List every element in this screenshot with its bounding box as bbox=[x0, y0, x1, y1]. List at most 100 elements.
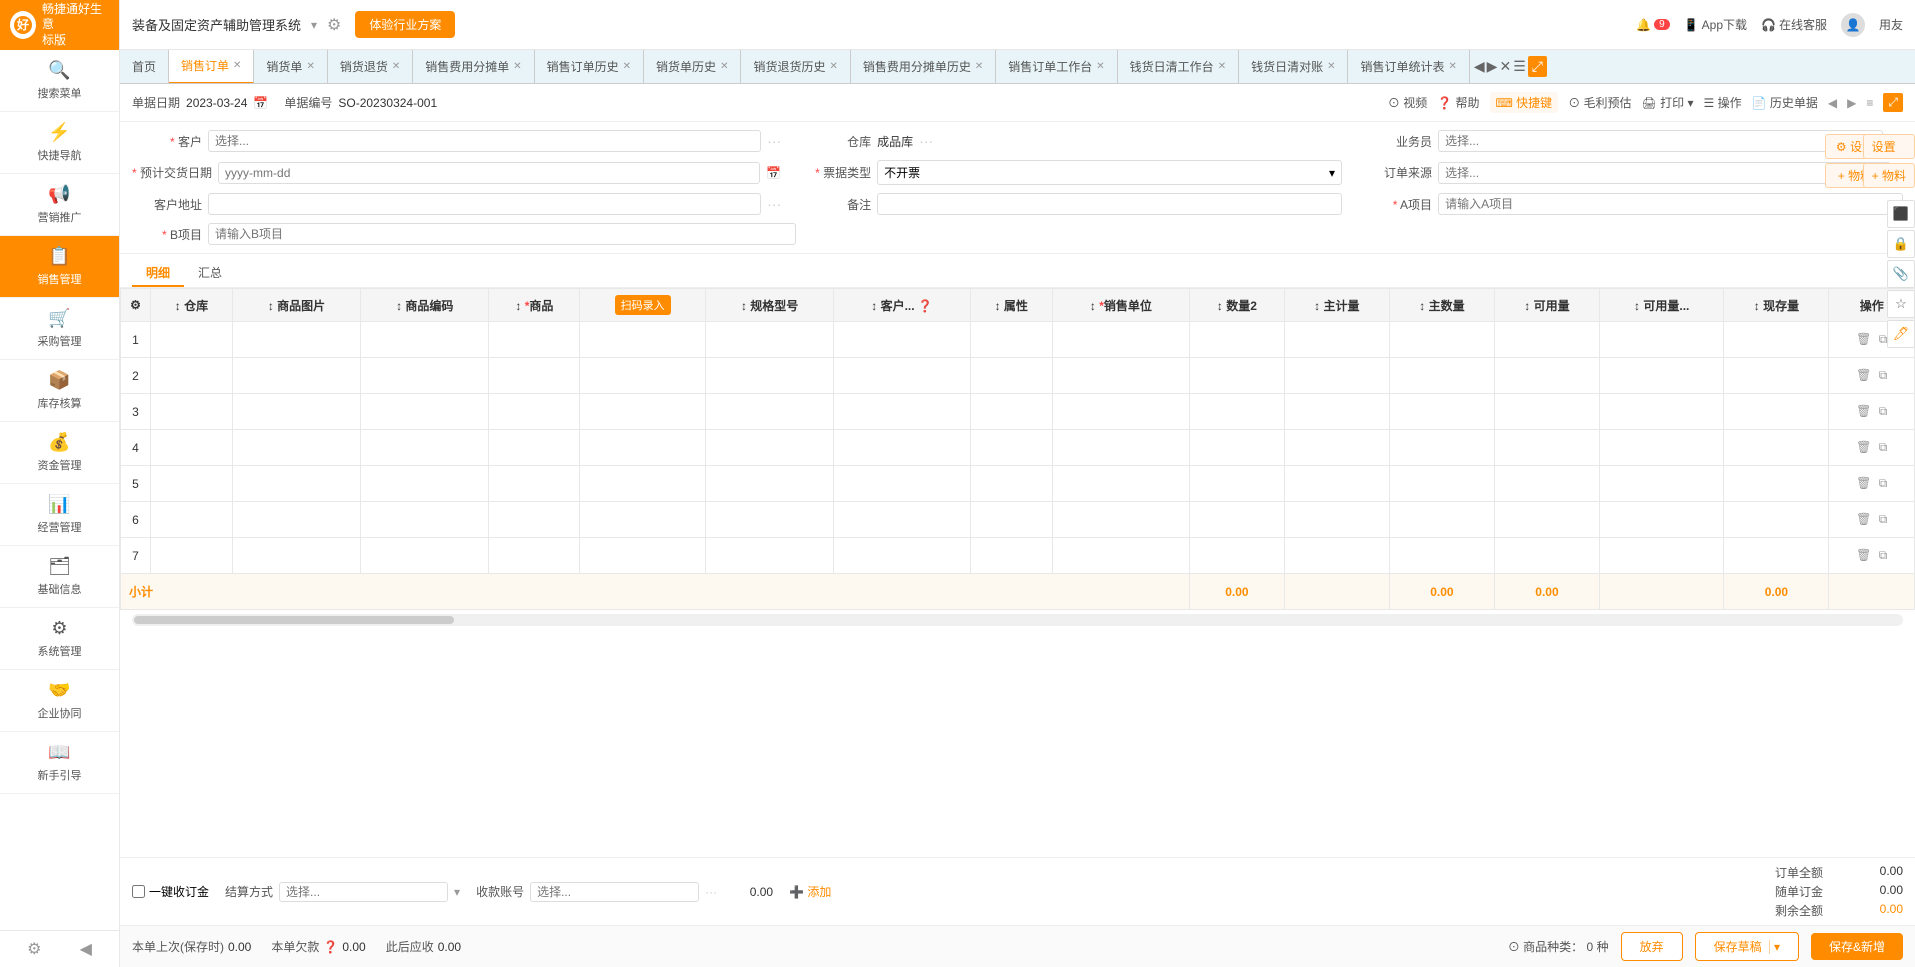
cell-qty2-5[interactable] bbox=[1190, 466, 1285, 502]
cell-available-2[interactable] bbox=[1494, 358, 1599, 394]
cell-available-4[interactable] bbox=[1494, 430, 1599, 466]
user-name[interactable]: 用友 bbox=[1879, 16, 1903, 33]
cell-spec-1[interactable] bbox=[706, 322, 834, 358]
tab-summary[interactable]: 汇总 bbox=[184, 260, 236, 287]
cell-available2-5[interactable] bbox=[1600, 466, 1724, 502]
delete-row-icon-6[interactable]: 🗑 bbox=[1856, 512, 1871, 526]
tab-detail[interactable]: 明细 bbox=[132, 260, 184, 287]
cell-image-3[interactable] bbox=[232, 394, 360, 430]
list-view-icon[interactable]: ≡ bbox=[1866, 96, 1873, 110]
cell-code-5[interactable] bbox=[361, 466, 489, 502]
cell-barcode-5[interactable] bbox=[580, 466, 706, 502]
cell-qty2-3[interactable] bbox=[1190, 394, 1285, 430]
cell-warehouse-1[interactable] bbox=[151, 322, 233, 358]
th-spec[interactable]: ↕ 规格型号 bbox=[706, 289, 834, 322]
cell-unit-5[interactable] bbox=[1052, 466, 1189, 502]
cell-qty2-7[interactable] bbox=[1190, 538, 1285, 574]
cell-unit-2[interactable] bbox=[1052, 358, 1189, 394]
bank-more-icon[interactable]: ··· bbox=[705, 885, 717, 899]
cell-code-1[interactable] bbox=[361, 322, 489, 358]
copy-row-icon-2[interactable]: ⧉ bbox=[1879, 368, 1888, 382]
th-available2[interactable]: ↕ 可用量... bbox=[1600, 289, 1724, 322]
sidebar-item-collab[interactable]: 🤝 企业协同 bbox=[0, 670, 119, 732]
cell-product-4[interactable] bbox=[489, 430, 580, 466]
cell-customer-code-2[interactable] bbox=[834, 358, 971, 394]
invoice-select[interactable]: 不开票 ▾ bbox=[877, 160, 1342, 185]
tab-close-icon[interactable]: ✕ bbox=[513, 61, 521, 72]
history-btn[interactable]: 📄 历史单据 bbox=[1752, 94, 1818, 111]
cell-customer-code-3[interactable] bbox=[834, 394, 971, 430]
tab-more-icon[interactable]: ✕ bbox=[1499, 58, 1511, 75]
cell-unit-4[interactable] bbox=[1052, 430, 1189, 466]
delete-row-icon-2[interactable]: 🗑 bbox=[1856, 368, 1871, 382]
tab-cash-reconcile[interactable]: 钱货日清对账 ✕ bbox=[1239, 50, 1348, 84]
tab-return-history[interactable]: 销货退货历史 ✕ bbox=[741, 50, 850, 84]
cell-main-qty-6[interactable] bbox=[1389, 502, 1494, 538]
next-record-icon[interactable]: ▶ bbox=[1847, 96, 1856, 110]
tab-prev-icon[interactable]: ◀ bbox=[1474, 58, 1485, 75]
save-draft-btn[interactable]: 保存草稿 ▾ bbox=[1695, 932, 1799, 961]
operation-btn[interactable]: ☰ 操作 bbox=[1704, 94, 1742, 111]
side-action-1[interactable]: ⬛ bbox=[1887, 200, 1915, 228]
cell-warehouse-5[interactable] bbox=[151, 466, 233, 502]
system-dropdown-icon[interactable]: ▾ bbox=[311, 18, 317, 32]
payment-method-input[interactable] bbox=[279, 882, 448, 902]
cell-barcode-2[interactable] bbox=[580, 358, 706, 394]
cell-image-6[interactable] bbox=[232, 502, 360, 538]
save-new-btn[interactable]: 保存&新增 bbox=[1811, 933, 1903, 960]
help-btn[interactable]: ❓ 帮助 bbox=[1437, 94, 1479, 111]
cell-spec-2[interactable] bbox=[706, 358, 834, 394]
cell-attr-5[interactable] bbox=[970, 466, 1052, 502]
tab-sales-return[interactable]: 销货退货 ✕ bbox=[328, 50, 413, 84]
tab-sales-order[interactable]: 销售订单 ✕ bbox=[169, 50, 254, 84]
goods-count-icon[interactable]: ⊙ bbox=[1508, 940, 1520, 954]
tab-close-icon[interactable]: ✕ bbox=[392, 61, 400, 72]
cell-spec-3[interactable] bbox=[706, 394, 834, 430]
view-btn[interactable]: ⊙ 视频 bbox=[1388, 94, 1427, 111]
cell-available2-1[interactable] bbox=[1600, 322, 1724, 358]
cell-attr-1[interactable] bbox=[970, 322, 1052, 358]
copy-row-icon-4[interactable]: ⧉ bbox=[1879, 440, 1888, 454]
app-download-btn[interactable]: 📱 App下载 bbox=[1684, 16, 1747, 33]
cell-image-1[interactable] bbox=[232, 322, 360, 358]
cell-available2-6[interactable] bbox=[1600, 502, 1724, 538]
bank-account-input[interactable] bbox=[530, 882, 699, 902]
delete-row-icon-3[interactable]: 🗑 bbox=[1856, 404, 1871, 418]
cell-customer-code-4[interactable] bbox=[834, 430, 971, 466]
cell-image-7[interactable] bbox=[232, 538, 360, 574]
a-project-input[interactable] bbox=[1438, 193, 1903, 215]
warehouse-more-icon[interactable]: ··· bbox=[919, 133, 933, 149]
copy-row-icon-7[interactable]: ⧉ bbox=[1879, 548, 1888, 562]
cell-product-7[interactable] bbox=[489, 538, 580, 574]
th-attr[interactable]: ↕ 属性 bbox=[970, 289, 1052, 322]
cell-warehouse-2[interactable] bbox=[151, 358, 233, 394]
tab-close-icon[interactable]: ✕ bbox=[233, 60, 241, 71]
tab-close-icon[interactable]: ✕ bbox=[306, 61, 314, 72]
cell-attr-2[interactable] bbox=[970, 358, 1052, 394]
tab-invoice-history[interactable]: 销货单历史 ✕ bbox=[644, 50, 741, 84]
tab-close-icon[interactable]: ✕ bbox=[1218, 61, 1226, 72]
cell-qty2-1[interactable] bbox=[1190, 322, 1285, 358]
delete-row-icon-4[interactable]: 🗑 bbox=[1856, 440, 1871, 454]
tab-expense-history[interactable]: 销售费用分摊单历史 ✕ bbox=[851, 50, 996, 84]
cell-image-4[interactable] bbox=[232, 430, 360, 466]
cell-warehouse-4[interactable] bbox=[151, 430, 233, 466]
cell-customer-code-6[interactable] bbox=[834, 502, 971, 538]
tab-close-icon[interactable]: ✕ bbox=[623, 61, 631, 72]
delete-row-icon-5[interactable]: 🗑 bbox=[1856, 476, 1871, 490]
delivery-input[interactable] bbox=[218, 162, 760, 184]
cell-main-unit-3[interactable] bbox=[1284, 394, 1389, 430]
cell-code-4[interactable] bbox=[361, 430, 489, 466]
tab-sales-invoice[interactable]: 销货单 ✕ bbox=[254, 50, 327, 84]
sidebar-item-system[interactable]: ⚙ 系统管理 bbox=[0, 608, 119, 670]
tab-close-icon[interactable]: ✕ bbox=[829, 61, 837, 72]
cell-main-qty-7[interactable] bbox=[1389, 538, 1494, 574]
form-expand-icon[interactable]: ⤢ bbox=[1883, 93, 1903, 112]
profit-btn[interactable]: ⊙ 毛利预估 bbox=[1568, 94, 1631, 111]
cell-available2-7[interactable] bbox=[1600, 538, 1724, 574]
tab-home[interactable]: 首页 bbox=[120, 50, 169, 84]
cell-stock-7[interactable] bbox=[1724, 538, 1829, 574]
salesperson-input[interactable] bbox=[1438, 130, 1883, 152]
cell-image-5[interactable] bbox=[232, 466, 360, 502]
th-main-unit[interactable]: ↕ 主计量 bbox=[1284, 289, 1389, 322]
